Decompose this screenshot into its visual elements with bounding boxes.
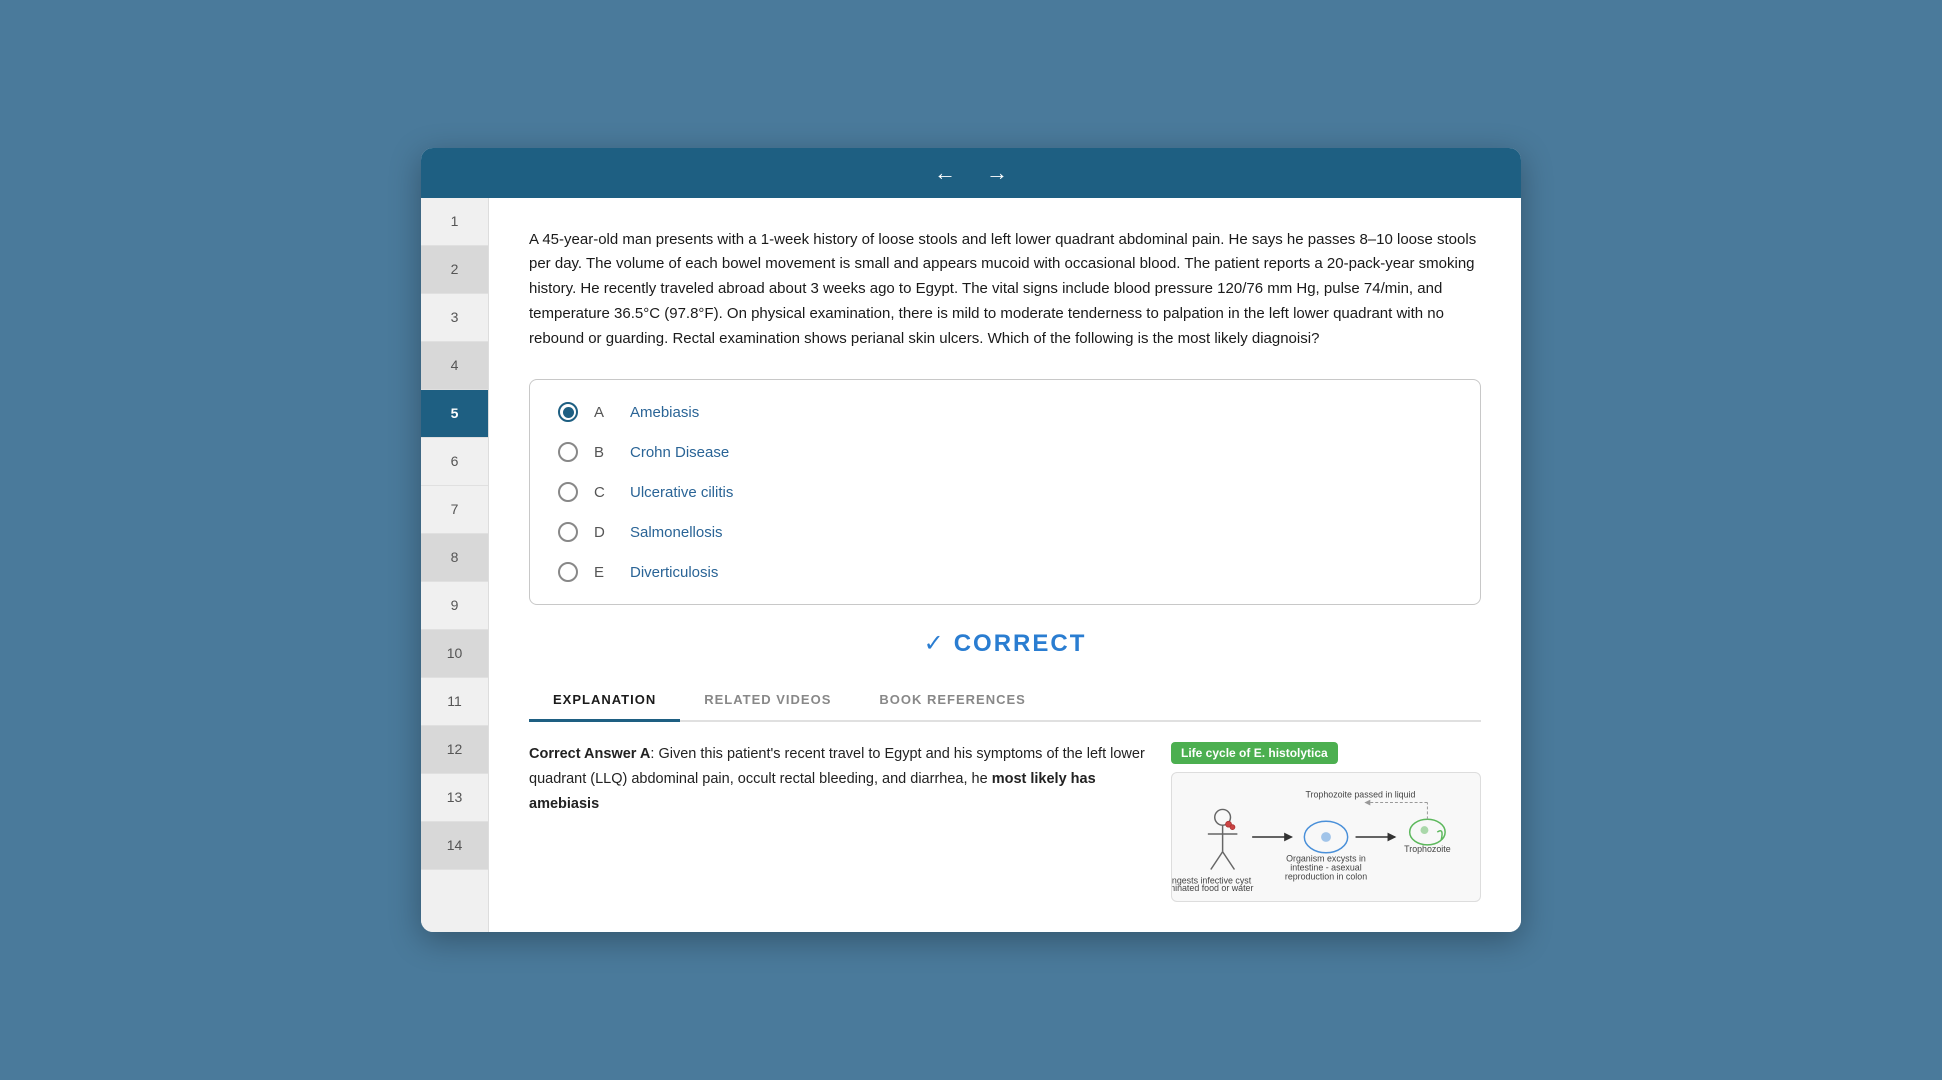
svg-text:Trophozoite passed in liquid: Trophozoite passed in liquid [1305, 790, 1415, 800]
diagram-area: Life cycle of E. histolytica [1171, 742, 1481, 902]
diagram-label: Life cycle of E. histolytica [1171, 742, 1338, 764]
option-letter-e: E [594, 564, 614, 581]
option-letter-c: C [594, 484, 614, 501]
sidebar-item-13[interactable]: 13 [421, 774, 488, 822]
option-text-a: Amebiasis [630, 404, 699, 421]
sidebar-item-12[interactable]: 12 [421, 726, 488, 774]
svg-text:reproduction in colon: reproduction in colon [1285, 872, 1367, 882]
tab-explanation[interactable]: EXPLANATION [529, 680, 680, 722]
explanation-text: Correct Answer A: Given this patient's r… [529, 742, 1151, 816]
diagram-image: Human ingests infective cyst in contamin… [1171, 772, 1481, 902]
option-radio-a [558, 402, 578, 422]
option-radio-e [558, 562, 578, 582]
top-nav: ← → [421, 148, 1521, 198]
app-window: ← → 1234567891011121314 A 45-year-old ma… [421, 148, 1521, 933]
option-text-d: Salmonellosis [630, 524, 723, 541]
option-text-e: Diverticulosis [630, 564, 718, 581]
option-text-b: Crohn Disease [630, 444, 729, 461]
option-radio-c [558, 482, 578, 502]
option-row-a[interactable]: A Amebiasis [550, 392, 1460, 432]
question-text: A 45-year-old man presents with a 1-week… [529, 228, 1481, 352]
sidebar-item-10[interactable]: 10 [421, 630, 488, 678]
sidebar-item-1[interactable]: 1 [421, 198, 488, 246]
tabs-row: EXPLANATIONRELATED VIDEOSBOOK REFERENCES [529, 680, 1481, 722]
explanation-section: Correct Answer A: Given this patient's r… [529, 742, 1481, 902]
sidebar-item-8[interactable]: 8 [421, 534, 488, 582]
correct-label: CORRECT [954, 630, 1087, 658]
tab-book-references[interactable]: BOOK REFERENCES [855, 680, 1049, 720]
svg-text:in contaminated food or water: in contaminated food or water [1172, 884, 1253, 894]
option-row-b[interactable]: B Crohn Disease [550, 432, 1460, 472]
option-text-c: Ulcerative cilitis [630, 484, 733, 501]
option-radio-d [558, 522, 578, 542]
sidebar-item-4[interactable]: 4 [421, 342, 488, 390]
check-icon: ✓ [924, 629, 944, 658]
main-layout: 1234567891011121314 A 45-year-old man pr… [421, 198, 1521, 933]
option-row-e[interactable]: E Diverticulosis [550, 552, 1460, 592]
content-area: A 45-year-old man presents with a 1-week… [489, 198, 1521, 933]
svg-text:Trophozoite: Trophozoite [1404, 844, 1451, 854]
option-row-d[interactable]: D Salmonellosis [550, 512, 1460, 552]
option-row-c[interactable]: C Ulcerative cilitis [550, 472, 1460, 512]
sidebar-item-5[interactable]: 5 [421, 390, 488, 438]
option-letter-b: B [594, 444, 614, 461]
sidebar-item-3[interactable]: 3 [421, 294, 488, 342]
options-box: A Amebiasis B Crohn Disease C Ulcerative cili… [529, 379, 1481, 605]
option-letter-d: D [594, 524, 614, 541]
sidebar-item-11[interactable]: 11 [421, 678, 488, 726]
sidebar-item-6[interactable]: 6 [421, 438, 488, 486]
back-button[interactable]: ← [934, 162, 956, 184]
option-letter-a: A [594, 404, 614, 421]
sidebar-item-14[interactable]: 14 [421, 822, 488, 870]
correct-answer-label: Correct Answer A [529, 746, 650, 762]
sidebar: 1234567891011121314 [421, 198, 489, 933]
option-radio-b [558, 442, 578, 462]
sidebar-item-2[interactable]: 2 [421, 246, 488, 294]
sidebar-item-7[interactable]: 7 [421, 486, 488, 534]
tab-related-videos[interactable]: RELATED VIDEOS [680, 680, 855, 720]
sidebar-item-9[interactable]: 9 [421, 582, 488, 630]
forward-button[interactable]: → [986, 162, 1008, 184]
correct-banner: ✓ CORRECT [529, 629, 1481, 658]
